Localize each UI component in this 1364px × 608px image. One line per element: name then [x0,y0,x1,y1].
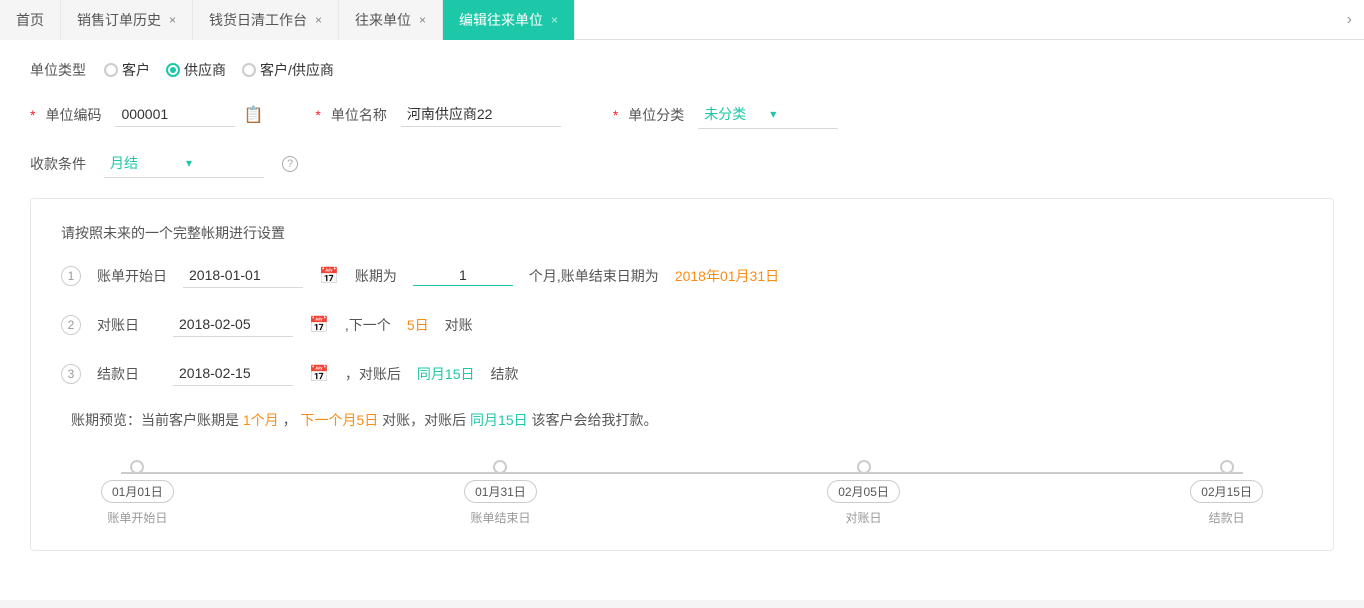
payment-terms-dropdown[interactable]: 月结 ▾ [104,149,264,178]
node-dot-1 [493,460,507,474]
node-label-1: 01月31日 [464,480,537,503]
step-row-2: 2 对账日 📅 ,下一个 5日 对账 [61,312,1303,337]
unit-category-value: 未分类 [704,104,766,124]
radio-label-customer: 客户 [122,60,150,80]
tabs-bar: 首页 销售订单历史 × 钱货日清工作台 × 往来单位 × 编辑往来单位 × › [0,0,1364,40]
step-date-1[interactable] [183,263,303,288]
step-cal-icon-1[interactable]: 📅 [319,266,339,286]
step-3-suffix: 结款 [491,364,519,384]
tab-partner-units[interactable]: 往来单位 × [339,0,443,40]
unit-type-row: 单位类型 客户 供应商 客户/供应商 [30,60,1334,80]
preview-part3: 同月15日 [470,412,528,428]
radio-customer[interactable]: 客户 [104,60,150,80]
timeline-nodes: 01月01日 账单开始日 01月31日 账单结束日 02月05日 对账日 02月… [101,460,1263,526]
unit-name-label: 单位名称 [331,105,387,125]
tab-close-sales[interactable]: × [169,13,176,27]
step-label-2: 对账日 [97,315,157,335]
tab-home[interactable]: 首页 [0,0,61,40]
radio-supplier[interactable]: 供应商 [166,60,226,80]
node-dot-3 [1220,460,1234,474]
preview-prefix: 账期预览：当前客户账期是 [71,412,239,428]
unit-category-dropdown[interactable]: 未分类 ▾ [698,100,838,129]
unit-type-label: 单位类型 [30,60,86,80]
payment-help-icon[interactable]: ? [282,156,298,172]
step-period-suffix: 个月,账单结束日期为 [529,266,659,286]
tab-close-cash[interactable]: × [315,13,322,27]
tab-close-partner[interactable]: × [419,13,426,27]
step-num-3: 3 [61,364,81,384]
radio-label-supplier: 供应商 [184,60,226,80]
box-title: 请按照未来的一个完整帐期进行设置 [61,223,1303,243]
unit-code-group: * 单位编码 📋 [30,102,263,127]
unit-code-label: 单位编码 [45,105,101,125]
step-row-1: 1 账单开始日 📅 账期为 个月,账单结束日期为 2018年01月31日 [61,263,1303,288]
step-date-2[interactable] [173,312,293,337]
node-desc-0: 账单开始日 [107,509,167,526]
period-settings-box: 请按照未来的一个完整帐期进行设置 1 账单开始日 📅 账期为 个月,账单结束日期… [30,198,1334,551]
step-2-highlight: 5日 [407,315,429,335]
unit-category-label: 单位分类 [628,105,684,125]
unit-name-required: * [315,107,320,123]
unit-name-group: * 单位名称 [315,102,560,127]
step-period-prefix: 账期为 [355,266,397,286]
radio-circle-both [242,63,256,77]
tab-cash-ledger[interactable]: 钱货日清工作台 × [193,0,339,40]
unit-type-radio-group: 客户 供应商 客户/供应商 [104,60,334,80]
radio-label-both: 客户/供应商 [260,60,334,80]
payment-terms-value: 月结 [110,153,182,173]
unit-info-row: * 单位编码 📋 * 单位名称 * 单位分类 未分类 ▾ [30,100,1334,129]
node-desc-2: 对账日 [846,509,882,526]
unit-code-copy-icon[interactable]: 📋 [243,105,263,125]
radio-both[interactable]: 客户/供应商 [242,60,334,80]
page-content: 单位类型 客户 供应商 客户/供应商 * 单位编码 📋 * 单位名称 [0,40,1364,600]
node-label-0: 01月01日 [101,480,174,503]
preview-part1: 1个月 [243,412,279,428]
payment-terms-label: 收款条件 [30,154,86,174]
node-label-3: 02月15日 [1190,480,1263,503]
preview-comma1: ， [283,412,297,428]
radio-circle-customer [104,63,118,77]
node-dot-2 [857,460,871,474]
step-num-1: 1 [61,266,81,286]
timeline-node-1: 01月31日 账单结束日 [464,460,537,526]
preview-middle: 对账，对账后 [382,412,466,428]
step-cal-icon-2[interactable]: 📅 [309,315,329,335]
preview-text: 账期预览：当前客户账期是 1个月 ， 下一个月5日 对账，对账后 同月15日 该… [61,410,1303,430]
unit-cat-required: * [613,107,618,123]
unit-category-group: * 单位分类 未分类 ▾ [613,100,838,129]
node-desc-1: 账单结束日 [470,509,530,526]
step-period-input[interactable] [413,265,513,286]
tab-sales-order-history[interactable]: 销售订单历史 × [61,0,193,40]
preview-suffix: 该客户会给我打款。 [532,412,658,428]
radio-circle-supplier [166,63,180,77]
unit-code-required: * [30,107,35,123]
timeline-node-0: 01月01日 账单开始日 [101,460,174,526]
step-label-3: 结款日 [97,364,157,384]
tab-close-edit[interactable]: × [551,13,558,27]
preview-part2: 下一个月5日 [300,412,378,428]
node-label-2: 02月05日 [827,480,900,503]
step-2-suffix: 对账 [445,315,473,335]
payment-terms-row: 收款条件 月结 ▾ ? [30,149,1334,178]
step-3-prefix: ，对账后 [345,364,401,384]
node-desc-3: 结款日 [1209,509,1245,526]
timeline-node-3: 02月15日 结款日 [1190,460,1263,526]
payment-dropdown-arrow: ▾ [186,156,258,170]
step-row-3: 3 结款日 📅 ，对账后 同月15日 结款 [61,361,1303,386]
timeline-node-2: 02月05日 对账日 [827,460,900,526]
step-2-prefix: ,下一个 [345,315,391,335]
tab-expand-button[interactable]: › [1335,11,1364,29]
step-3-highlight: 同月15日 [417,364,475,384]
category-dropdown-arrow: ▾ [770,107,832,121]
step-period-end: 2018年01月31日 [675,266,779,286]
timeline-container: 01月01日 账单开始日 01月31日 账单结束日 02月05日 对账日 02月… [61,460,1303,526]
unit-name-input[interactable] [401,102,561,127]
step-num-2: 2 [61,315,81,335]
step-label-1: 账单开始日 [97,266,167,286]
step-date-3[interactable] [173,361,293,386]
unit-code-input[interactable] [115,102,235,127]
tab-edit-partner[interactable]: 编辑往来单位 × [443,0,575,40]
step-cal-icon-3[interactable]: 📅 [309,364,329,384]
node-dot-0 [130,460,144,474]
